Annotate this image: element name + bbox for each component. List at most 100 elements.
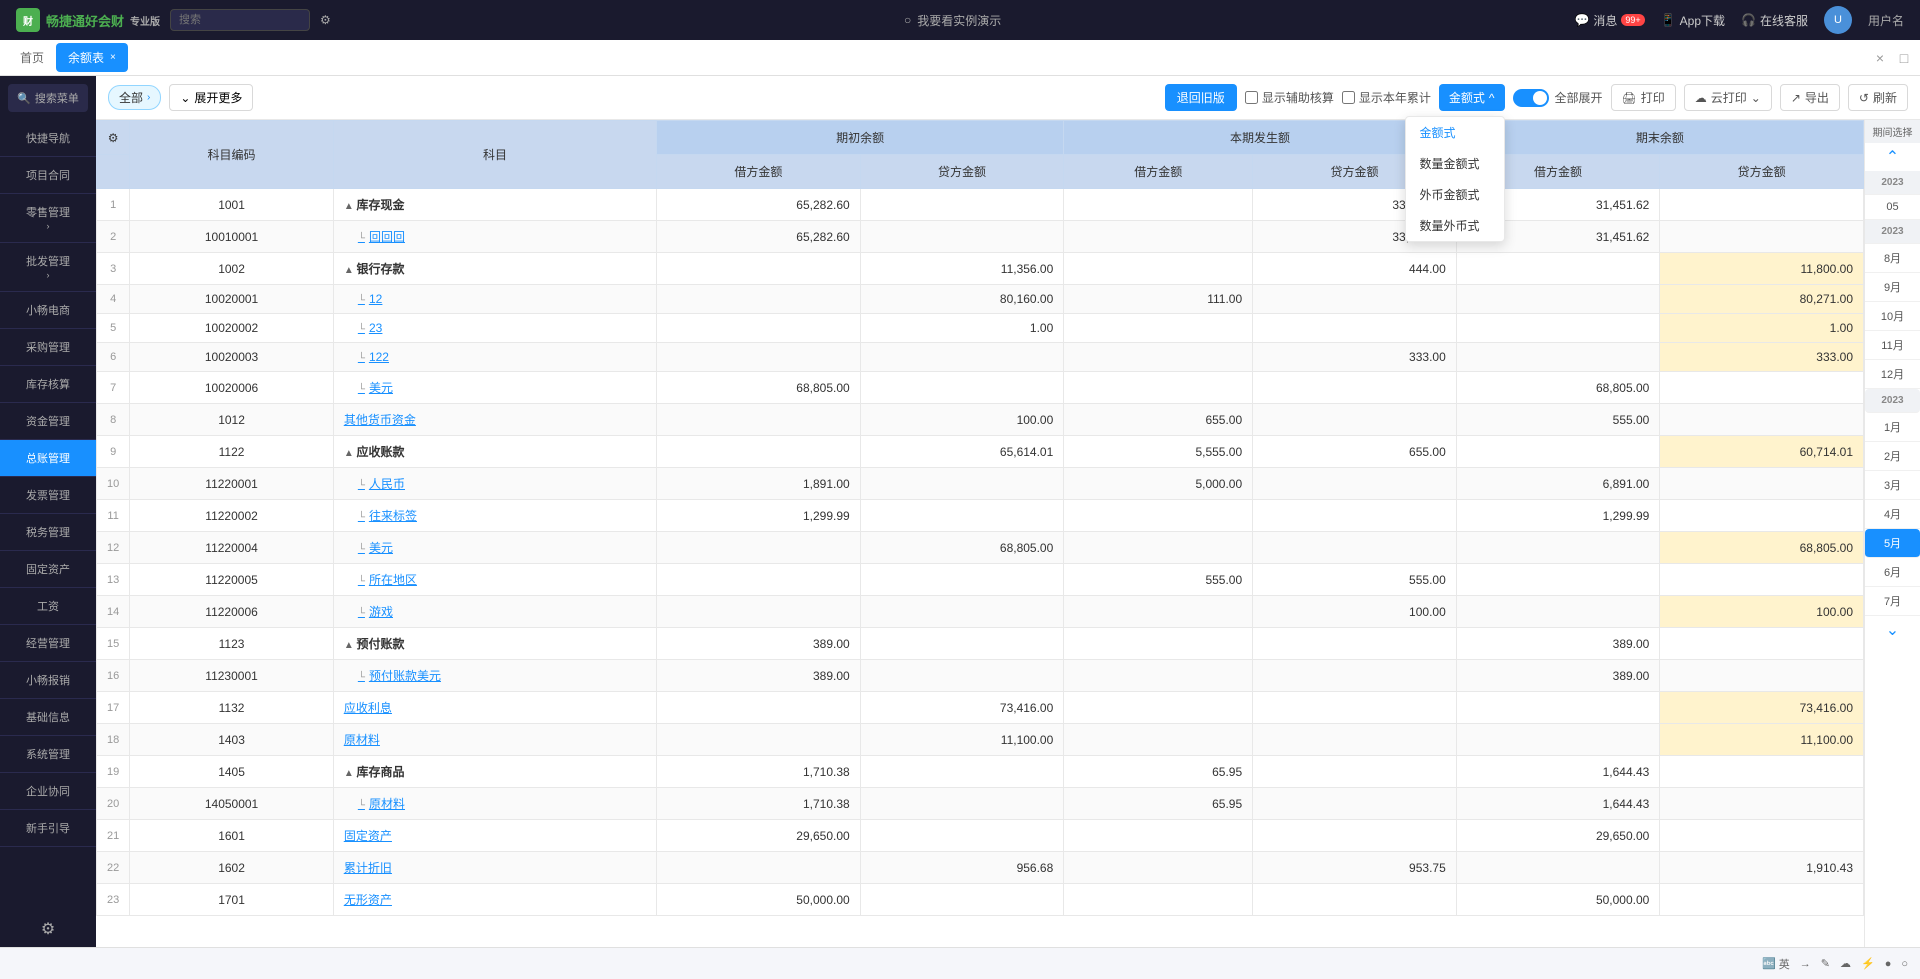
date-year-2023-first[interactable]: 2023 [1865, 171, 1920, 195]
row-name[interactable]: └原材料 [333, 788, 656, 820]
date-month-9[interactable]: 9月 [1865, 273, 1920, 302]
sidebar-item-tax[interactable]: 税务管理 [0, 514, 96, 551]
export-btn[interactable]: ↗ 导出 [1780, 84, 1840, 111]
status-lang[interactable]: 🔤 英 [1762, 956, 1790, 972]
date-month-6[interactable]: 6月 [1865, 558, 1920, 587]
expand-more-btn[interactable]: ⌄ 展开更多 [169, 84, 253, 111]
sidebar-item-basic[interactable]: 基础信息 [0, 699, 96, 736]
row-name[interactable]: 固定资产 [333, 820, 656, 852]
sidebar-item-project[interactable]: 项目合同 [0, 157, 96, 194]
row-name[interactable]: └美元 [333, 532, 656, 564]
sidebar-item-system[interactable]: 系统管理 [0, 736, 96, 773]
table-row[interactable]: 18 1403 原材料 11,100.00 11,100.00 [97, 724, 1864, 756]
date-month-10[interactable]: 10月 [1865, 302, 1920, 331]
print-btn[interactable]: 🖨 打印 [1611, 84, 1676, 111]
settings-icon[interactable]: ⚙ [320, 13, 331, 27]
table-row[interactable]: 13 11220005 └所在地区 555.00 555.00 [97, 564, 1864, 596]
date-month-1[interactable]: 1月 [1865, 413, 1920, 442]
date-month-5-active[interactable]: 5月 [1865, 529, 1920, 558]
table-row[interactable]: 3 1002 ▲ 银行存款 11,356.00 444.00 11,800.00 [97, 253, 1864, 285]
tab-balance-sheet[interactable]: 余额表 × [56, 43, 128, 72]
sidebar-item-quick-nav[interactable]: 快捷导航 [0, 120, 96, 157]
table-row[interactable]: 20 14050001 └原材料 1,710.38 65.95 1,644.43 [97, 788, 1864, 820]
table-row[interactable]: 12 11220004 └美元 68,805.00 68,805.00 [97, 532, 1864, 564]
filter-all-tag[interactable]: 全部 › [108, 85, 161, 110]
status-arrow[interactable]: → [1800, 958, 1811, 970]
sidebar-item-retail[interactable]: 零售管理 › [0, 194, 96, 243]
maximize-btn[interactable]: □ [1896, 50, 1912, 66]
header-search-input[interactable] [170, 9, 310, 31]
table-row[interactable]: 5 10020002 └23 1.00 1.00 [97, 314, 1864, 343]
sidebar-item-invoice[interactable]: 发票管理 [0, 477, 96, 514]
sidebar-item-wholesale[interactable]: 批发管理 › [0, 243, 96, 292]
tab-home[interactable]: 首页 [8, 41, 56, 74]
row-name[interactable]: └23 [333, 314, 656, 343]
table-row[interactable]: 7 10020006 └美元 68,805.00 68,805.00 [97, 372, 1864, 404]
row-name[interactable]: 应收利息 [333, 692, 656, 724]
table-row[interactable]: 10 11220001 └人民币 1,891.00 5,000.00 6,891… [97, 468, 1864, 500]
row-name[interactable]: 无形资产 [333, 884, 656, 916]
sidebar-item-cooperation[interactable]: 企业协同 [0, 773, 96, 810]
show-auxiliary-checkbox[interactable]: 显示辅助核算 [1245, 89, 1334, 106]
date-nav-down[interactable]: ⌄ [1865, 616, 1920, 644]
table-row[interactable]: 8 1012 其他货币资金 100.00 655.00 555.00 [97, 404, 1864, 436]
sidebar-item-inventory[interactable]: 库存核算 [0, 366, 96, 403]
tab-close-btn[interactable]: × [110, 52, 116, 63]
row-name[interactable]: └所在地区 [333, 564, 656, 596]
row-name[interactable]: └回回回 [333, 221, 656, 253]
show-ytd-checkbox[interactable]: 显示本年累计 [1342, 89, 1431, 106]
auxiliary-checkbox-input[interactable] [1245, 91, 1258, 104]
format-dropdown-btn[interactable]: 金额式 ^ [1439, 84, 1505, 111]
app-download-btn[interactable]: 📱 App下载 [1661, 12, 1725, 29]
date-nav-up[interactable]: ⌃ [1865, 143, 1920, 171]
row-name[interactable]: └美元 [333, 372, 656, 404]
sidebar-item-assets[interactable]: 固定资产 [0, 551, 96, 588]
refresh-btn[interactable]: ↺ 刷新 [1848, 84, 1908, 111]
notification-btn[interactable]: 💬 消息 99+ [1574, 12, 1644, 29]
table-row[interactable]: 17 1132 应收利息 73,416.00 73,416.00 [97, 692, 1864, 724]
date-year-2023-label[interactable]: 2023 [1865, 389, 1920, 413]
date-month-3[interactable]: 3月 [1865, 471, 1920, 500]
date-month-7[interactable]: 7月 [1865, 587, 1920, 616]
row-name[interactable]: ▲ 应收账款 [333, 436, 656, 468]
format-option-qty-foreign[interactable]: 数量外币式 [1406, 210, 1504, 241]
table-settings-icon[interactable]: ⚙ [108, 131, 119, 145]
sidebar-item-guide[interactable]: 新手引导 [0, 810, 96, 847]
date-month-8[interactable]: 8月 [1865, 244, 1920, 273]
table-row[interactable]: 16 11230001 └预付账款美元 389.00 389.00 [97, 660, 1864, 692]
table-row[interactable]: 23 1701 无形资产 50,000.00 50,000.00 [97, 884, 1864, 916]
sidebar-item-operations[interactable]: 经营管理 [0, 625, 96, 662]
demo-link[interactable]: ○ 我要看实例演示 [904, 12, 1001, 29]
status-dot1[interactable]: ● [1885, 958, 1892, 970]
row-name[interactable]: └游戏 [333, 596, 656, 628]
return-old-btn[interactable]: 退回旧版 [1165, 84, 1237, 111]
status-bolt[interactable]: ⚡ [1861, 957, 1875, 970]
table-row[interactable]: 1 1001 ▲ 库存现金 65,282.60 33,830.98 31,451… [97, 189, 1864, 221]
row-name[interactable]: └往来标签 [333, 500, 656, 532]
sidebar-search-btn[interactable]: 🔍 搜索菜单 [8, 84, 88, 112]
row-name[interactable]: 累计折旧 [333, 852, 656, 884]
date-month-4[interactable]: 4月 [1865, 500, 1920, 529]
sidebar-item-purchase[interactable]: 采购管理 [0, 329, 96, 366]
sidebar-item-salary[interactable]: 工资 [0, 588, 96, 625]
date-month-11[interactable]: 11月 [1865, 331, 1920, 360]
table-row[interactable]: 22 1602 累计折旧 956.68 953.75 1,910.43 [97, 852, 1864, 884]
user-avatar[interactable]: U [1824, 6, 1852, 34]
row-name[interactable]: 原材料 [333, 724, 656, 756]
date-year-2023-second[interactable]: 2023 [1865, 220, 1920, 244]
status-edit[interactable]: ✎ [1821, 957, 1830, 970]
table-row[interactable]: 19 1405 ▲ 库存商品 1,710.38 65.95 1,644.43 [97, 756, 1864, 788]
row-name[interactable]: ▲ 库存商品 [333, 756, 656, 788]
row-name[interactable]: 其他货币资金 [333, 404, 656, 436]
date-month-12[interactable]: 12月 [1865, 360, 1920, 389]
online-service-btn[interactable]: 🎧 在线客服 [1741, 12, 1808, 29]
toggle-switch-input[interactable] [1513, 89, 1549, 107]
format-option-amount[interactable]: 金额式 [1406, 117, 1504, 148]
ytd-checkbox-input[interactable] [1342, 91, 1355, 104]
row-name[interactable]: ▲ 银行存款 [333, 253, 656, 285]
table-row[interactable]: 15 1123 ▲ 预付账款 389.00 389.00 [97, 628, 1864, 660]
sidebar-item-capital[interactable]: 资金管理 [0, 403, 96, 440]
format-option-qty-amount[interactable]: 数量金额式 [1406, 148, 1504, 179]
sidebar-item-ledger[interactable]: 总账管理 [0, 440, 96, 477]
row-name[interactable]: └人民币 [333, 468, 656, 500]
